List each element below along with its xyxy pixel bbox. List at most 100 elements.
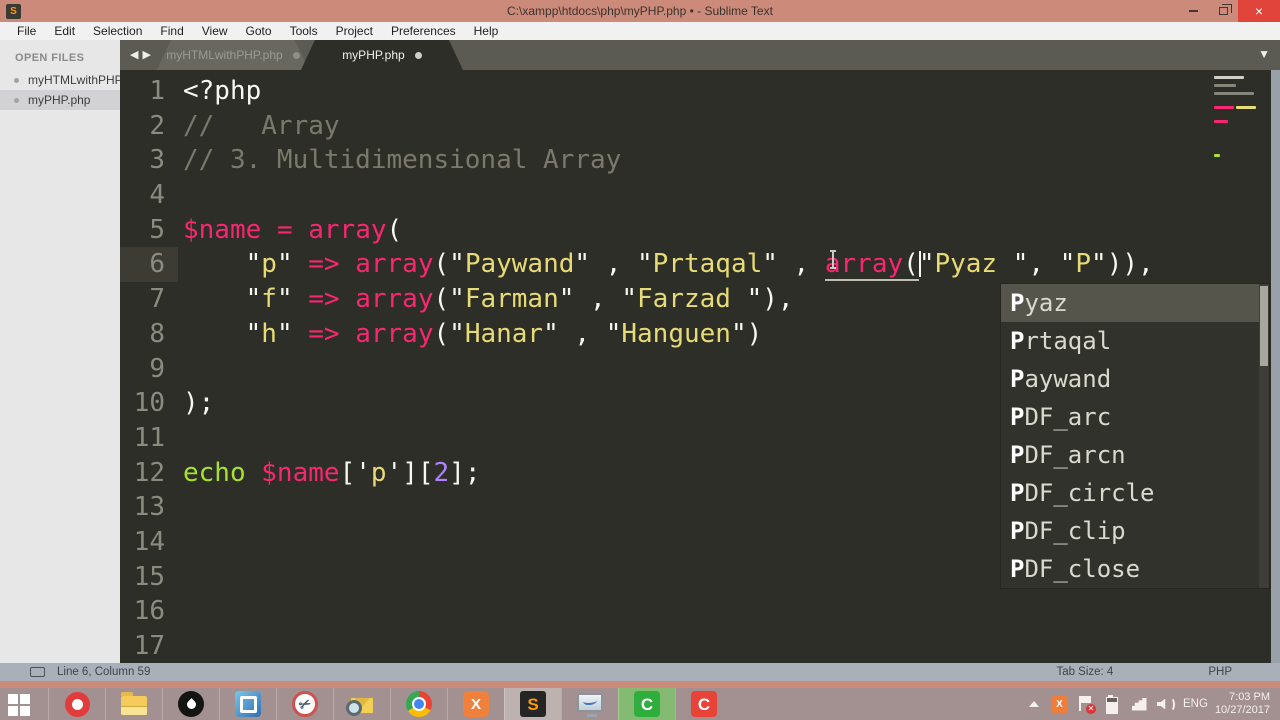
sidebar-item-myphp-php[interactable]: myPHP.php [0, 90, 120, 110]
autocomplete-rest: DF_arc [1024, 403, 1112, 431]
code-token: ' [355, 457, 371, 488]
line-number[interactable]: 8 [120, 317, 178, 352]
menu-item-preferences[interactable]: Preferences [382, 24, 465, 38]
line-number[interactable]: 9 [120, 352, 178, 387]
code-token: array [824, 249, 904, 282]
minimap-line [1214, 154, 1220, 157]
menu-item-find[interactable]: Find [151, 24, 192, 38]
system-tray: X ✕ ENG 7:03 PM 10/27/2017 [1024, 688, 1280, 720]
restore-button[interactable] [1208, 0, 1238, 22]
explorer-icon [121, 692, 147, 715]
taskbar-button-pen[interactable] [162, 688, 219, 720]
code-token: " [730, 318, 747, 349]
line-number[interactable]: 6 [120, 247, 178, 283]
line-number[interactable]: 2 [120, 109, 178, 144]
autocomplete-item-pdf_arcn[interactable]: PDF_arcn [1001, 436, 1269, 474]
close-button[interactable]: × [1238, 0, 1280, 22]
line-number[interactable]: 1 [120, 74, 178, 109]
taskbar-button-vmware[interactable] [219, 688, 276, 720]
syntax-indicator[interactable]: PHP [1208, 666, 1232, 678]
menu-item-project[interactable]: Project [327, 24, 382, 38]
code-editor[interactable]: 1 <?php 2// Array 3// 3. Multidimensional A… [120, 70, 1280, 663]
sidebar-item-myhtmlwithphp-[interactable]: myHTMLwithPHP. [0, 70, 120, 90]
menu-item-goto[interactable]: Goto [237, 24, 281, 38]
minimize-icon [1188, 10, 1198, 12]
taskbar-button-chrome[interactable] [390, 688, 447, 720]
line-number[interactable]: 10 [120, 386, 178, 421]
chrome-icon [406, 691, 432, 717]
line-number[interactable]: 7 [120, 282, 178, 317]
autocomplete-item-pdf_clip[interactable]: PDF_clip [1001, 512, 1269, 550]
menu-bar: File Edit Selection Find View Goto Tools Projec… [0, 22, 1280, 40]
vintage-mode-icon[interactable] [30, 667, 45, 677]
line-number[interactable]: 4 [120, 178, 178, 213]
line-number[interactable]: 3 [120, 143, 178, 178]
chevron-up-icon[interactable] [1024, 694, 1044, 714]
sublime-icon: S [520, 691, 546, 717]
popup-scrollbar[interactable] [1259, 284, 1269, 588]
code-token: ); [183, 388, 215, 419]
menu-item-view[interactable]: View [193, 24, 237, 38]
taskbar-button-sublime[interactable]: S [504, 688, 561, 720]
code-token: => [308, 284, 340, 315]
icon-glyph: X [470, 695, 481, 713]
taskbar-button-recorder[interactable]: C [675, 688, 732, 720]
flag-icon[interactable]: ✕ [1075, 694, 1097, 714]
tab-size-indicator[interactable]: Tab Size: 4 [1056, 666, 1113, 678]
clock[interactable]: 7:03 PM 10/27/2017 [1215, 691, 1274, 717]
tab-scroll-right-icon[interactable]: ▶ [142, 48, 150, 61]
autocomplete-item-pdf_arc[interactable]: PDF_arc [1001, 398, 1269, 436]
line-number[interactable]: 12 [120, 456, 178, 491]
code-line-3: 3// 3. Multidimensional Array [120, 143, 1280, 178]
line-number[interactable]: 11 [120, 421, 178, 456]
menu-item-tools[interactable]: Tools [281, 24, 327, 38]
taskbar-button-opera[interactable] [48, 688, 105, 720]
code-token: $name [261, 457, 340, 488]
line-number[interactable]: 5 [120, 213, 178, 248]
signal-icon[interactable] [1129, 694, 1149, 714]
taskbar-button-mailsearch[interactable] [333, 688, 390, 720]
xampp-tray-icon[interactable]: X [1051, 695, 1069, 713]
autocomplete-rest: aywand [1024, 365, 1112, 393]
taskbar-button-camtasia[interactable]: C [618, 688, 675, 720]
autocomplete-item-prtaqal[interactable]: Prtaqal [1001, 322, 1269, 360]
start-button[interactable] [0, 688, 48, 720]
tab-myphp-php[interactable]: myPHP.php [301, 40, 463, 70]
language-indicator[interactable]: ENG [1183, 698, 1208, 710]
autocomplete-item-paywand[interactable]: Paywand [1001, 360, 1269, 398]
taskbar-button-snip[interactable]: ✂ [276, 688, 333, 720]
code-token: Prtaqal [652, 249, 763, 280]
line-number[interactable]: 17 [120, 629, 178, 663]
popup-scrollbar-thumb[interactable] [1260, 286, 1268, 366]
autocomplete-rest: DF_circle [1024, 479, 1155, 507]
code-token: => [308, 318, 340, 349]
autocomplete-item-pyaz[interactable]: Pyaz [1001, 284, 1269, 322]
taskbar-button-monitor[interactable] [561, 688, 618, 720]
minimap[interactable] [1210, 76, 1260, 176]
menu-item-edit[interactable]: Edit [45, 24, 84, 38]
line-number[interactable]: 15 [120, 560, 178, 595]
menu-item-selection[interactable]: Selection [84, 24, 151, 38]
tab-overflow-icon[interactable]: ▼ [1258, 47, 1270, 61]
icon-glyph: ✂ [296, 694, 314, 714]
monitor-icon [577, 693, 603, 717]
autocomplete-item-pdf_close[interactable]: PDF_close [1001, 550, 1269, 588]
taskbar-button-explorer[interactable] [105, 688, 162, 720]
icon-glyph: S [527, 694, 539, 714]
line-number[interactable]: 13 [120, 490, 178, 525]
line-number[interactable]: 14 [120, 525, 178, 560]
line-number[interactable]: 16 [120, 594, 178, 629]
autocomplete-item-pdf_circle[interactable]: PDF_circle [1001, 474, 1269, 512]
editor-scrollbar[interactable] [1271, 70, 1280, 663]
speaker-icon[interactable] [1156, 694, 1176, 714]
code-token: = [276, 214, 293, 245]
battery-icon[interactable] [1102, 694, 1122, 714]
minimize-button[interactable] [1178, 0, 1208, 22]
tab-myhtmlwithphp-php[interactable]: myHTMLwithPHP.php [157, 40, 309, 70]
menu-item-help[interactable]: Help [465, 24, 508, 38]
tab-scroll-left-icon[interactable]: ◀ [130, 48, 138, 61]
menu-item-file[interactable]: File [8, 24, 45, 38]
taskbar-button-xampp[interactable]: X [447, 688, 504, 720]
minimap-line [1214, 106, 1234, 109]
